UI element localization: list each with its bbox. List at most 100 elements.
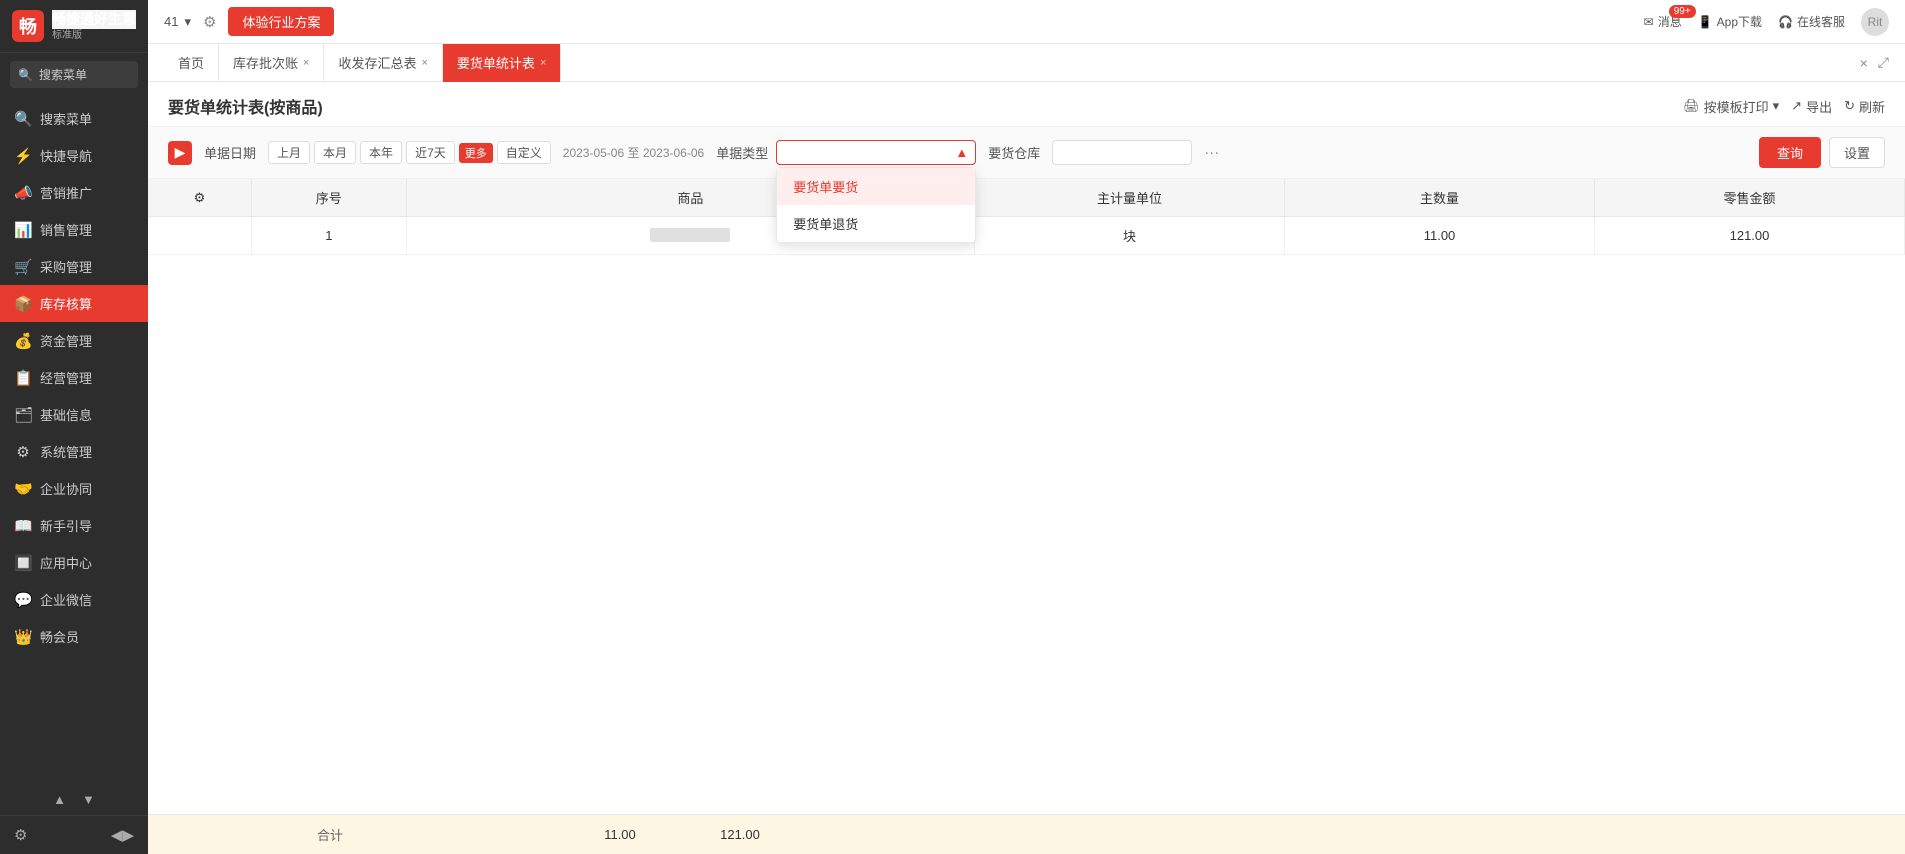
dropdown-item-order-return[interactable]: 要货单退货 — [777, 205, 975, 242]
sidebar-item-finance[interactable]: 💰资金管理 — [0, 322, 148, 359]
sidebar-item-marketing[interactable]: 📣 营销推广 — [0, 174, 148, 211]
store-selector[interactable]: 41 ▾ — [164, 14, 191, 30]
page-header: 要货单统计表(按商品) 🖨 按模板打印 ▾ ↗ 导出 ↻ 刷新 — [148, 82, 1905, 127]
refresh-button[interactable]: ↻ 刷新 — [1844, 97, 1885, 116]
sidebar-item-basics[interactable]: 🗂基础信息 — [0, 396, 148, 433]
tab-maximize-icon[interactable]: ⤢ — [1878, 54, 1889, 71]
tab-order-stats-close[interactable]: × — [540, 57, 546, 69]
marketing-icon: 📣 — [14, 184, 32, 202]
trial-button[interactable]: 体验行业方案 — [228, 7, 334, 36]
date-last-7-days[interactable]: 近7天 — [406, 141, 455, 164]
tab-batch-inventory-close[interactable]: × — [303, 57, 309, 69]
search-icon: 🔍 — [14, 110, 32, 128]
tab-batch-inventory[interactable]: 库存批次账 × — [219, 44, 324, 82]
sidebar-scroll-down[interactable]: ▼ — [78, 788, 99, 811]
sidebar-item-system[interactable]: ⚙系统管理 — [0, 433, 148, 470]
sidebar-search[interactable]: 🔍 搜索菜单 — [10, 61, 138, 88]
enterprise-icon: 🤝 — [14, 480, 32, 498]
sidebar-item-purchase[interactable]: 🛒 采购管理 — [0, 248, 148, 285]
online-service-button[interactable]: 🎧 在线客服 — [1778, 13, 1845, 30]
sidebar-item-quick-nav[interactable]: ⚡快捷导航 — [0, 137, 148, 174]
filter-more-icon[interactable]: ··· — [1204, 144, 1219, 161]
refresh-icon: ↻ — [1844, 98, 1855, 114]
query-button[interactable]: 查询 — [1759, 137, 1821, 168]
print-template-button[interactable]: 🖨 按模板打印 ▾ — [1683, 97, 1779, 116]
sales-icon: 📊 — [14, 221, 32, 239]
collapse-icon[interactable]: ◀▶ — [111, 826, 134, 844]
system-icon: ⚙ — [14, 443, 32, 461]
print-dropdown-icon: ▾ — [1773, 98, 1780, 114]
export-button[interactable]: ↗ 导出 — [1791, 97, 1832, 116]
search-icon: 🔍 — [18, 68, 33, 82]
sidebar-item-apps[interactable]: 🔲应用中心 — [0, 544, 148, 581]
data-table: ⚙ 序号 商品 主计量单位 主数量 零售金额 1 — [148, 179, 1905, 255]
sidebar-item-operations[interactable]: 📋经营管理 — [0, 359, 148, 396]
export-icon: ↗ — [1791, 98, 1802, 114]
tab-receive-send-summary[interactable]: 收发存汇总表 × — [324, 44, 442, 82]
footer-label: 合计 — [220, 825, 440, 844]
sidebar-nav: 🔍 搜索菜单 ⚡快捷导航 📣 营销推广 📊销售管理 🛒 采购管理 📦 库存核算 💰资金管理📋经营管理… — [0, 96, 148, 784]
topbar-right: ✉ 消息 99+ 📱 App下载 🎧 在线客服 Rit — [1644, 8, 1889, 36]
page-title: 要货单统计表(按商品) — [168, 94, 323, 118]
col-header-settings[interactable]: ⚙ — [148, 179, 251, 217]
sidebar: 畅 畅捷通好生意 标准版 🔍 搜索菜单 🔍搜索菜单⚡快捷导航📣营销推广📊销售管理… — [0, 0, 148, 854]
sidebar-scroll-up[interactable]: ▲ — [49, 788, 70, 811]
tab-close-icon[interactable]: × — [1860, 55, 1868, 71]
sidebar-item-label: 企业协同 — [40, 479, 92, 498]
sidebar-item-search[interactable]: 🔍 搜索菜单 — [0, 100, 148, 137]
type-input[interactable] — [776, 140, 976, 165]
date-label: 单据日期 — [204, 143, 256, 162]
type-dropdown-menu: 要货单要货 要货单退货 — [776, 167, 976, 243]
col-header-num: 序号 — [251, 179, 406, 217]
sidebar-item-label: 搜索菜单 — [40, 109, 92, 128]
tab-home[interactable]: 首页 — [164, 44, 219, 82]
cell-amount: 121.00 — [1595, 217, 1905, 255]
operations-icon: 📋 — [14, 369, 32, 387]
date-prev-month[interactable]: 上月 — [268, 141, 310, 164]
vip-icon: 👑 — [14, 628, 32, 646]
date-custom[interactable]: 自定义 — [497, 141, 551, 164]
table-footer: 合计 11.00 121.00 — [148, 814, 1905, 854]
sidebar-item-vip[interactable]: 👑 畅会员 — [0, 618, 148, 655]
table-wrap: ⚙ 序号 商品 主计量单位 主数量 零售金额 1 — [148, 179, 1905, 814]
sidebar-item-wechat[interactable]: 💬企业微信 — [0, 581, 148, 618]
setting-button[interactable]: 设置 — [1829, 137, 1885, 168]
purchase-icon: 🛒 — [14, 258, 32, 276]
service-icon: 🎧 — [1778, 15, 1793, 29]
message-badge: 99+ — [1669, 5, 1696, 18]
tabs-bar: 首页 库存批次账 × 收发存汇总表 × 要货单统计表 × × ⤢ — [148, 44, 1905, 82]
date-this-year[interactable]: 本年 — [360, 141, 402, 164]
date-more-badge[interactable]: 更多 — [459, 143, 493, 163]
messages-button[interactable]: ✉ 消息 99+ — [1644, 13, 1682, 30]
filter-type-section: 单据类型 ▲ 要货单要货 要货单退货 — [716, 140, 976, 165]
col-header-qty: 主数量 — [1285, 179, 1595, 217]
tab-receive-send-summary-close[interactable]: × — [421, 57, 427, 69]
sidebar-item-label: 库存核算 — [40, 294, 92, 313]
type-dropdown-icon[interactable]: ▲ — [955, 145, 968, 160]
sidebar-item-label: 畅会员 — [40, 627, 79, 646]
user-avatar[interactable]: Rit — [1861, 8, 1889, 36]
cell-num: 1 — [251, 217, 406, 255]
sidebar-item-guide[interactable]: 📖新手引导 — [0, 507, 148, 544]
message-icon: ✉ — [1644, 15, 1654, 29]
warehouse-input[interactable] — [1052, 140, 1192, 165]
sidebar-item-label: 新手引导 — [40, 516, 92, 535]
sidebar-item-sales[interactable]: 📊销售管理 — [0, 211, 148, 248]
sidebar-item-label: 基础信息 — [40, 405, 92, 424]
sidebar-item-enterprise[interactable]: 🤝 企业协同 — [0, 470, 148, 507]
filter-expand-button[interactable]: ▶ — [168, 141, 192, 165]
tab-order-stats[interactable]: 要货单统计表 × — [443, 44, 561, 82]
topbar-gear-icon[interactable]: ⚙ — [203, 13, 216, 31]
dropdown-item-order-goods[interactable]: 要货单要货 — [777, 168, 975, 205]
logo-text: 畅捷通好生意 标准版 — [52, 10, 136, 41]
date-quick-buttons: 上月 本月 本年 近7天 更多 自定义 — [268, 141, 551, 164]
sidebar-item-label: 营销推广 — [40, 183, 92, 202]
settings-icon[interactable]: ⚙ — [14, 826, 27, 844]
footer-amount: 121.00 — [680, 827, 800, 842]
inventory-icon: 📦 — [14, 295, 32, 313]
app-download-button[interactable]: 📱 App下载 — [1698, 13, 1762, 30]
date-range-display: 2023-05-06 至 2023-06-06 — [563, 144, 704, 161]
date-this-month[interactable]: 本月 — [314, 141, 356, 164]
sidebar-item-inventory[interactable]: 📦 库存核算 — [0, 285, 148, 322]
sidebar-item-label: 采购管理 — [40, 257, 92, 276]
